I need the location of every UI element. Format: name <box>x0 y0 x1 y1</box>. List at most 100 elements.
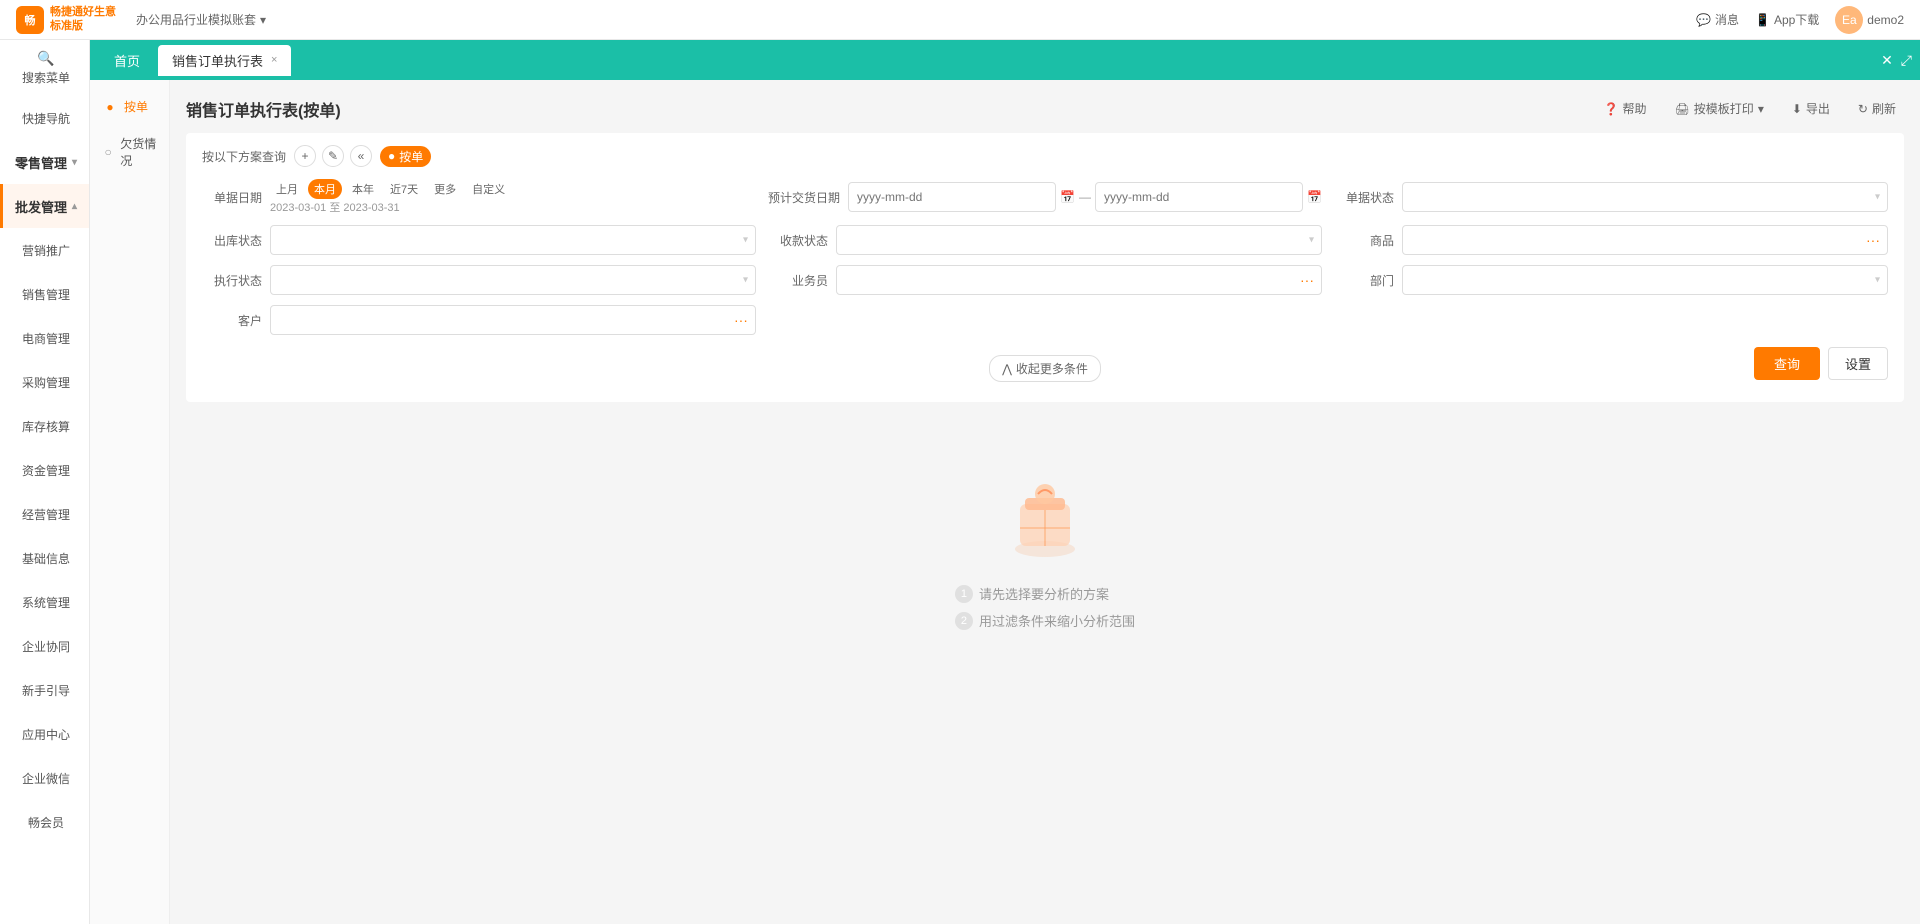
sidebar-item-system[interactable]: 系统管理 <box>0 580 89 624</box>
sidebar-item-wholesale[interactable]: 批发管理 ▴ <box>0 184 89 228</box>
goods-wrap: ··· <box>1402 225 1888 255</box>
chevron-icon: ▴ <box>72 201 77 212</box>
date-btn-last-month[interactable]: 上月 <box>270 179 304 199</box>
sidebar-item-quick-nav[interactable]: 快捷导航 <box>0 96 89 140</box>
date-quick-buttons: 上月 本月 本年 近7天 更多 自定义 <box>270 179 756 199</box>
payment-status-input[interactable] <box>836 225 1322 255</box>
filter-field-goods: 商品 ··· <box>1334 225 1888 255</box>
chevron-down-icon: ▾ <box>260 13 266 27</box>
sidebar-item-ecommerce[interactable]: 电商管理 <box>0 316 89 360</box>
tab-minimize-button[interactable]: ✕ <box>1881 52 1893 69</box>
customer-input[interactable] <box>270 305 756 335</box>
filter-field-payment-status: 收款状态 ▾ <box>768 225 1322 255</box>
content-with-subnav: ● 按单 ○ 欠货情况 销售订单执行表(按单) ❓ <box>90 80 1920 924</box>
date-range-display: 2023-03-01 至 2023-03-31 <box>270 199 756 215</box>
date-field-wrap: 上月 本月 本年 近7天 更多 自定义 2023-03-01 至 2023-03… <box>270 179 756 215</box>
tab-bar: 首页 销售订单执行表 × ✕ ⤢ <box>90 40 1920 80</box>
sidebar-item-onboarding[interactable]: 新手引导 <box>0 668 89 712</box>
doc-status-input[interactable] <box>1402 182 1888 212</box>
print-chevron-icon: ▾ <box>1758 102 1764 116</box>
sidebar-item-search[interactable]: 🔍 搜索菜单 <box>0 40 89 96</box>
tip-num-2: 2 <box>955 612 973 630</box>
salesperson-input[interactable] <box>836 265 1322 295</box>
top-bar-left: 畅 畅捷通好生意 标准版 办公用品行业模拟账套 ▾ <box>16 6 266 34</box>
sidebar-item-enterprise-wechat[interactable]: 企业微信 <box>0 756 89 800</box>
expected-date-to[interactable] <box>1095 182 1303 212</box>
delivery-status-wrap: ▾ <box>270 225 756 255</box>
message-button[interactable]: 💬 消息 <box>1696 11 1739 28</box>
logo-icon: 畅 <box>16 6 44 34</box>
print-button[interactable]: 🖨 按模板打印 ▾ <box>1667 96 1772 121</box>
query-button[interactable]: 查询 <box>1754 347 1820 380</box>
date-btn-custom[interactable]: 自定义 <box>466 179 511 199</box>
logo-text: 畅捷通好生意 标准版 <box>50 6 116 32</box>
dept-input[interactable] <box>1402 265 1888 295</box>
sidebar-item-member[interactable]: 畅会员 <box>0 800 89 844</box>
dept-label: 部门 <box>1334 272 1394 289</box>
sidebar-item-app-center[interactable]: 应用中心 <box>0 712 89 756</box>
print-icon: 🖨 <box>1675 102 1690 116</box>
chevron-icon: ▾ <box>72 157 77 168</box>
sidebar-item-base-info[interactable]: 基础信息 <box>0 536 89 580</box>
filter-row-1: 单据日期 上月 本月 本年 近7天 更多 自定义 <box>202 179 1888 215</box>
filter-rows: 单据日期 上月 本月 本年 近7天 更多 自定义 <box>202 179 1888 335</box>
salesperson-wrap: ··· <box>836 265 1322 295</box>
sidebar-item-marketing[interactable]: 营销推广 <box>0 228 89 272</box>
add-scheme-button[interactable]: + <box>294 145 316 167</box>
date-btn-this-month[interactable]: 本月 <box>308 179 342 199</box>
sidebar-item-sales[interactable]: 销售管理 <box>0 272 89 316</box>
filter-field-salesperson: 业务员 ··· <box>768 265 1322 295</box>
page-actions: ❓ 帮助 🖨 按模板打印 ▾ ⬇ 导出 <box>1596 96 1904 121</box>
avatar: Ea <box>1835 6 1863 34</box>
tip-num-1: 1 <box>955 585 973 603</box>
scheme-label: 按以下方案查询 <box>202 148 286 165</box>
date-btn-more[interactable]: 更多 <box>428 179 462 199</box>
export-button[interactable]: ⬇ 导出 <box>1784 96 1838 121</box>
tab-home[interactable]: 首页 <box>98 45 156 76</box>
edit-scheme-button[interactable]: ✎ <box>322 145 344 167</box>
collapse-filter-button[interactable]: ⋀ 收起更多条件 <box>989 355 1101 382</box>
filter-field-exec-status: 执行状态 ▾ <box>202 265 756 295</box>
sidebar-item-retail[interactable]: 零售管理 ▾ <box>0 140 89 184</box>
exec-status-input[interactable] <box>270 265 756 295</box>
content-area: 首页 销售订单执行表 × ✕ ⤢ ● 按单 ○ 欠货情况 <box>90 40 1920 924</box>
empty-tips: 1 请先选择要分析的方案 2 用过滤条件来缩小分析范围 <box>955 584 1135 630</box>
sidebar-item-cooperation[interactable]: 企业协同 <box>0 624 89 668</box>
sub-nav: ● 按单 ○ 欠货情况 <box>90 80 170 924</box>
help-button[interactable]: ❓ 帮助 <box>1596 96 1655 121</box>
setting-button[interactable]: 设置 <box>1828 347 1888 380</box>
calendar-from-icon: 📅 <box>1060 190 1075 204</box>
expected-date-from[interactable] <box>848 182 1056 212</box>
customer-wrap: ··· <box>270 305 756 335</box>
search-icon: 🔍 <box>37 50 54 67</box>
filter-panel-header: 按以下方案查询 + ✎ « ● 按单 <box>202 145 1888 167</box>
filter-panel: 按以下方案查询 + ✎ « ● 按单 <box>186 133 1904 402</box>
circle-outline-icon: ○ <box>102 144 114 160</box>
sub-nav-item-backorder[interactable]: ○ 欠货情况 <box>90 125 169 179</box>
active-scheme[interactable]: ● 按单 <box>380 146 431 167</box>
app-download-button[interactable]: 📱 App下载 <box>1755 11 1819 28</box>
refresh-button[interactable]: ↻ 刷新 <box>1850 96 1904 121</box>
sidebar-item-purchase[interactable]: 采购管理 <box>0 360 89 404</box>
export-icon: ⬇ <box>1792 102 1802 116</box>
user-menu[interactable]: Ea demo2 <box>1835 6 1904 34</box>
sidebar-item-finance[interactable]: 资金管理 <box>0 448 89 492</box>
logo-area: 畅 畅捷通好生意 标准版 <box>16 6 116 34</box>
doc-status-label: 单据状态 <box>1334 189 1394 206</box>
help-icon: ❓ <box>1604 102 1619 116</box>
sub-nav-item-by-order[interactable]: ● 按单 <box>90 88 169 125</box>
tab-expand-button[interactable]: ⤢ <box>1901 52 1912 69</box>
company-selector[interactable]: 办公用品行业模拟账套 ▾ <box>136 11 266 28</box>
sidebar-item-inventory[interactable]: 库存核算 <box>0 404 89 448</box>
tab-close-button[interactable]: × <box>271 54 277 66</box>
filter-row-3: 执行状态 ▾ 业务员 <box>202 265 1888 295</box>
filter-row-4: 客户 ··· <box>202 305 1888 335</box>
collapse-scheme-button[interactable]: « <box>350 145 372 167</box>
sidebar-item-operations[interactable]: 经营管理 <box>0 492 89 536</box>
date-btn-7days[interactable]: 近7天 <box>384 179 424 199</box>
download-icon: 📱 <box>1755 13 1770 27</box>
tab-current[interactable]: 销售订单执行表 × <box>158 45 291 76</box>
date-btn-this-year[interactable]: 本年 <box>346 179 380 199</box>
goods-input[interactable] <box>1402 225 1888 255</box>
delivery-status-input[interactable] <box>270 225 756 255</box>
